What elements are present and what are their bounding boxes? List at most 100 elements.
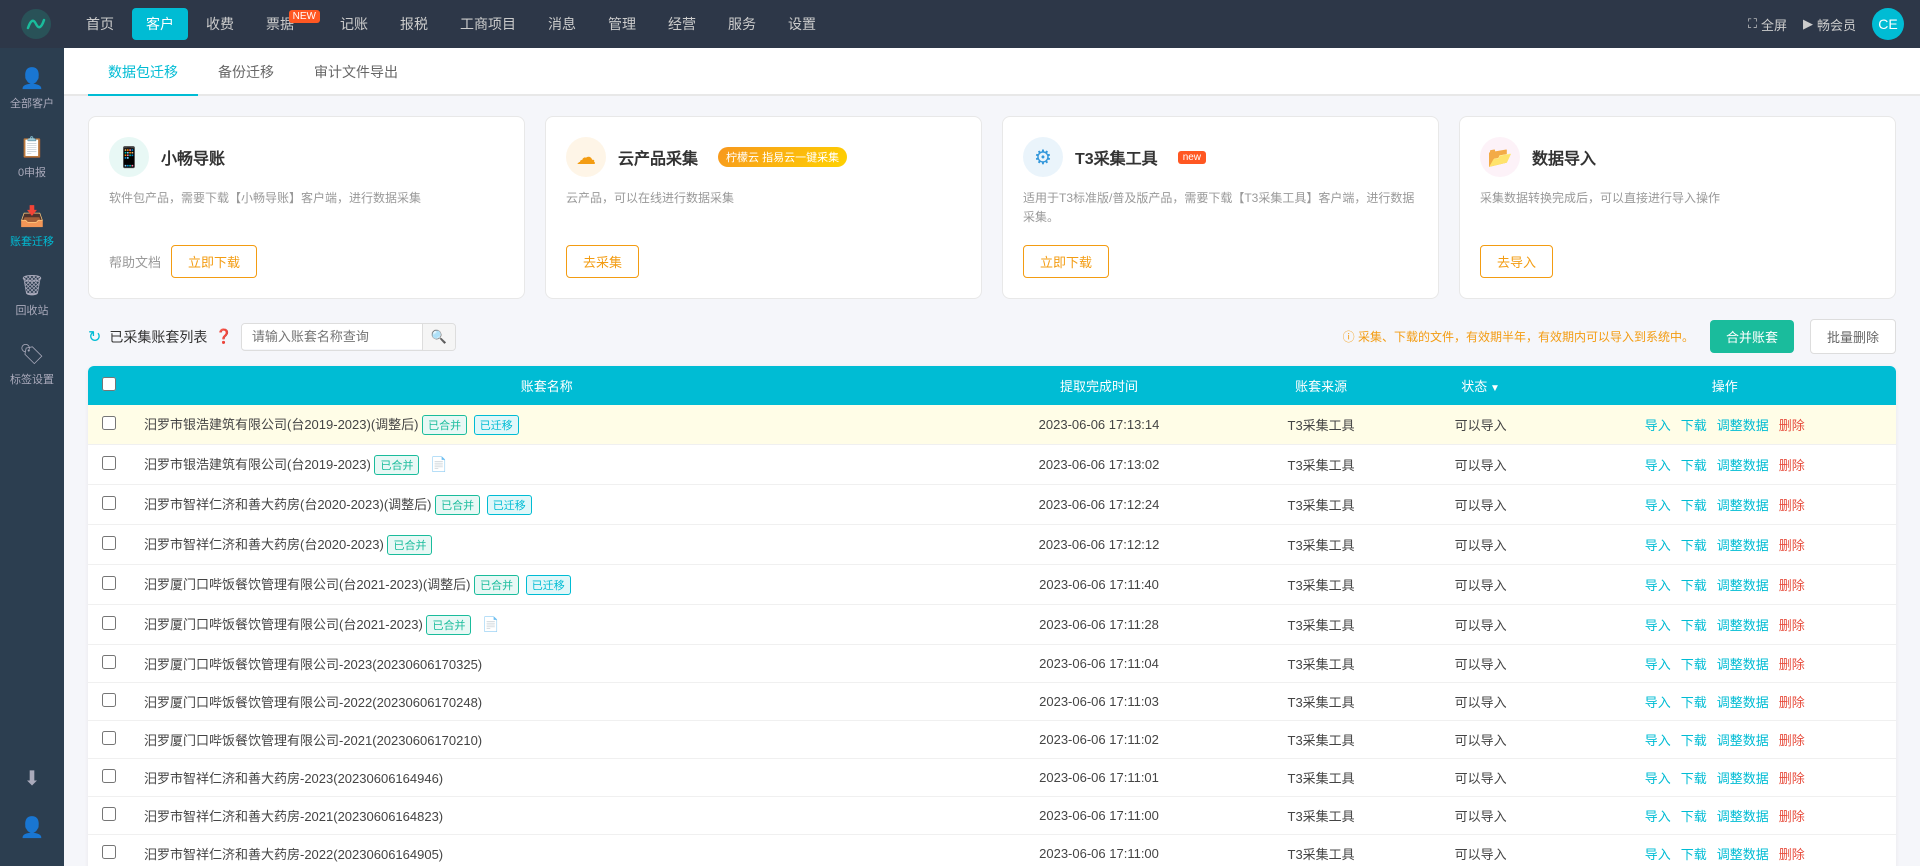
row-checkbox[interactable] (102, 769, 116, 783)
action-导入[interactable]: 导入 (1645, 575, 1671, 594)
refresh-icon[interactable]: ↻ (88, 327, 101, 347)
action-调整数据[interactable]: 调整数据 (1717, 806, 1769, 825)
action-导入[interactable]: 导入 (1645, 495, 1671, 514)
action-下载[interactable]: 下载 (1681, 575, 1707, 594)
user-avatar[interactable]: CE (1872, 8, 1904, 40)
action-删除[interactable]: 删除 (1779, 535, 1805, 554)
tab-data-migration[interactable]: 数据包迁移 (88, 50, 198, 96)
row-checkbox[interactable] (102, 616, 116, 630)
action-删除[interactable]: 删除 (1779, 575, 1805, 594)
row-checkbox[interactable] (102, 807, 116, 821)
help-icon[interactable]: ❓ (215, 328, 232, 345)
row-checkbox[interactable] (102, 655, 116, 669)
action-导入[interactable]: 导入 (1645, 654, 1671, 673)
fullscreen-btn[interactable]: ⛶ 全屏 (1748, 15, 1787, 34)
action-导入[interactable]: 导入 (1645, 415, 1671, 434)
nav-service[interactable]: 服务 (714, 8, 770, 40)
download-now-btn[interactable]: 立即下载 (171, 245, 257, 278)
action-调整数据[interactable]: 调整数据 (1717, 535, 1769, 554)
action-调整数据[interactable]: 调整数据 (1717, 844, 1769, 863)
batch-delete-btn[interactable]: 批量删除 (1810, 319, 1896, 354)
action-导入[interactable]: 导入 (1645, 844, 1671, 863)
nav-settings[interactable]: 设置 (774, 8, 830, 40)
action-删除[interactable]: 删除 (1779, 768, 1805, 787)
go-collect-btn[interactable]: 去采集 (566, 245, 639, 278)
go-import-btn[interactable]: 去导入 (1480, 245, 1553, 278)
action-删除[interactable]: 删除 (1779, 730, 1805, 749)
merge-account-btn[interactable]: 合并账套 (1710, 320, 1794, 353)
action-下载[interactable]: 下载 (1681, 768, 1707, 787)
download-t3-btn[interactable]: 立即下载 (1023, 245, 1109, 278)
sidebar-item-recycle[interactable]: 🗑 回收站 (4, 263, 60, 328)
sidebar-item-account-migration[interactable]: 📥 账套迁移 (4, 194, 60, 259)
action-删除[interactable]: 删除 (1779, 654, 1805, 673)
help-doc-link[interactable]: 帮助文档 (109, 252, 161, 271)
action-下载[interactable]: 下载 (1681, 730, 1707, 749)
sidebar-item-all-clients[interactable]: 👤 全部客户 (4, 56, 60, 121)
action-调整数据[interactable]: 调整数据 (1717, 575, 1769, 594)
row-checkbox[interactable] (102, 731, 116, 745)
action-导入[interactable]: 导入 (1645, 730, 1671, 749)
tab-audit-export[interactable]: 审计文件导出 (294, 50, 418, 96)
action-导入[interactable]: 导入 (1645, 455, 1671, 474)
member-btn[interactable]: ▶ 畅会员 (1803, 15, 1856, 34)
nav-message[interactable]: 消息 (534, 8, 590, 40)
search-input[interactable] (242, 324, 422, 349)
search-submit-icon[interactable]: 🔍 (422, 324, 455, 350)
row-checkbox[interactable] (102, 416, 116, 430)
sidebar-item-user[interactable]: 👤 (4, 805, 60, 850)
action-导入[interactable]: 导入 (1645, 615, 1671, 634)
action-下载[interactable]: 下载 (1681, 806, 1707, 825)
action-删除[interactable]: 删除 (1779, 615, 1805, 634)
row-checkbox[interactable] (102, 536, 116, 550)
action-删除[interactable]: 删除 (1779, 692, 1805, 711)
action-下载[interactable]: 下载 (1681, 495, 1707, 514)
action-下载[interactable]: 下载 (1681, 455, 1707, 474)
nav-accounting[interactable]: 记账 (326, 8, 382, 40)
row-checkbox[interactable] (102, 693, 116, 707)
action-删除[interactable]: 删除 (1779, 844, 1805, 863)
action-下载[interactable]: 下载 (1681, 844, 1707, 863)
action-调整数据[interactable]: 调整数据 (1717, 654, 1769, 673)
nav-invoice[interactable]: 票据 NEW (252, 8, 322, 40)
sidebar-item-tag-settings[interactable]: 🏷 标签设置 (4, 332, 60, 397)
row-checkbox[interactable] (102, 496, 116, 510)
action-删除[interactable]: 删除 (1779, 806, 1805, 825)
nav-tax[interactable]: 报税 (386, 8, 442, 40)
row-checkbox[interactable] (102, 576, 116, 590)
action-调整数据[interactable]: 调整数据 (1717, 455, 1769, 474)
nav-manage[interactable]: 管理 (594, 8, 650, 40)
action-调整数据[interactable]: 调整数据 (1717, 615, 1769, 634)
action-调整数据[interactable]: 调整数据 (1717, 415, 1769, 434)
nav-home[interactable]: 首页 (72, 8, 128, 40)
sidebar-item-download[interactable]: ⬇ (4, 756, 60, 801)
nav-operation[interactable]: 经营 (654, 8, 710, 40)
action-删除[interactable]: 删除 (1779, 455, 1805, 474)
action-导入[interactable]: 导入 (1645, 692, 1671, 711)
badge-merged: 已合并 (422, 415, 467, 435)
sidebar-item-zero-report[interactable]: 📋 0申报 (4, 125, 60, 190)
nav-business[interactable]: 工商项目 (446, 8, 530, 40)
action-调整数据[interactable]: 调整数据 (1717, 730, 1769, 749)
action-删除[interactable]: 删除 (1779, 415, 1805, 434)
action-下载[interactable]: 下载 (1681, 654, 1707, 673)
action-下载[interactable]: 下载 (1681, 415, 1707, 434)
action-调整数据[interactable]: 调整数据 (1717, 768, 1769, 787)
select-all-checkbox[interactable] (102, 377, 116, 391)
row-checkbox[interactable] (102, 845, 116, 859)
action-下载[interactable]: 下载 (1681, 535, 1707, 554)
action-调整数据[interactable]: 调整数据 (1717, 495, 1769, 514)
action-下载[interactable]: 下载 (1681, 615, 1707, 634)
action-导入[interactable]: 导入 (1645, 806, 1671, 825)
th-status[interactable]: 状态 (1408, 366, 1554, 405)
nav-fee[interactable]: 收费 (192, 8, 248, 40)
row-checkbox[interactable] (102, 456, 116, 470)
action-下载[interactable]: 下载 (1681, 692, 1707, 711)
table-row: 汨罗市智祥仁济和善大药房-2023(20230606164946)2023-06… (88, 759, 1896, 797)
action-导入[interactable]: 导入 (1645, 768, 1671, 787)
action-调整数据[interactable]: 调整数据 (1717, 692, 1769, 711)
action-删除[interactable]: 删除 (1779, 495, 1805, 514)
tab-backup-migration[interactable]: 备份迁移 (198, 50, 294, 96)
action-导入[interactable]: 导入 (1645, 535, 1671, 554)
nav-customer[interactable]: 客户 (132, 8, 188, 40)
